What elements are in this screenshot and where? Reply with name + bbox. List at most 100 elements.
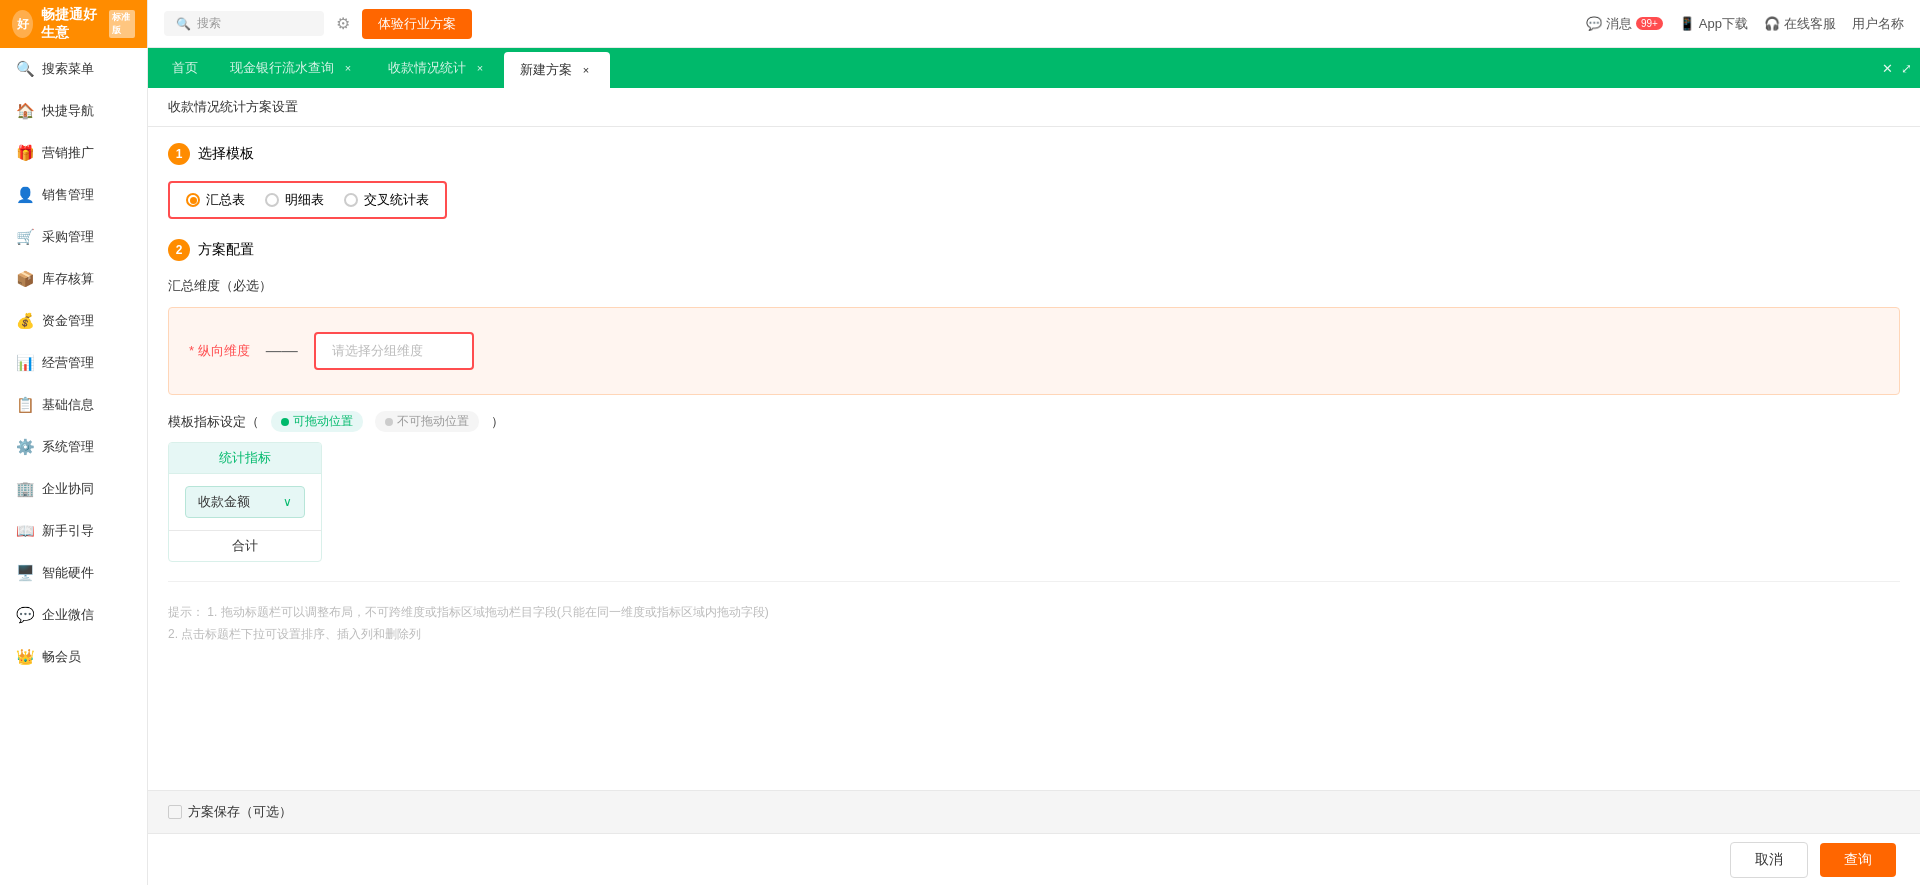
metrics-table-header: 统计指标 <box>169 443 321 474</box>
tabbar: 首页 现金银行流水查询 × 收款情况统计 × 新建方案 × ✕ ⤢ <box>148 48 1920 88</box>
sales-icon: 👤 <box>16 186 34 204</box>
operation-icon: 📊 <box>16 354 34 372</box>
dimension-area: * 纵向维度 —— 请选择分组维度 <box>168 307 1900 395</box>
tab-bank-flow[interactable]: 现金银行流水查询 × <box>214 48 372 88</box>
sidebar-item-label: 企业协同 <box>42 480 94 498</box>
tab-home[interactable]: 首页 <box>156 48 214 88</box>
service-item[interactable]: 🎧 在线客服 <box>1764 15 1836 33</box>
sidebar-item-label: 企业微信 <box>42 606 94 624</box>
metrics-tag-dropdown-icon[interactable]: ∨ <box>283 495 292 509</box>
sidebar-item-quick-nav[interactable]: 🏠 快捷导航 <box>0 90 147 132</box>
action-bar: 取消 查询 <box>148 833 1920 885</box>
breadcrumb-text: 收款情况统计方案设置 <box>168 99 298 114</box>
non-draggable-badge: 不可拖动位置 <box>375 411 479 432</box>
metrics-tag-payment[interactable]: 收款金额 ∨ <box>185 486 305 518</box>
dim-row: * 纵向维度 —— 请选择分组维度 <box>189 332 1879 370</box>
tab-new-plan[interactable]: 新建方案 × <box>504 52 610 88</box>
topbar-right: 💬 消息 99+ 📱 App下载 🎧 在线客服 用户名称 <box>1586 15 1904 33</box>
user-avatar[interactable]: 用户名称 <box>1852 15 1904 33</box>
tab-payment-stats-label: 收款情况统计 <box>388 59 466 77</box>
metrics-label-suffix: ） <box>491 413 504 431</box>
message-icon: 💬 <box>1586 16 1602 31</box>
purchase-icon: 🛒 <box>16 228 34 246</box>
sidebar-item-label: 库存核算 <box>42 270 94 288</box>
tab-expand-icon[interactable]: ⤢ <box>1901 61 1912 76</box>
section2-label: 方案配置 <box>198 241 254 259</box>
quick-nav-icon: 🏠 <box>16 102 34 120</box>
service-icon: 🎧 <box>1764 16 1780 31</box>
metrics-tag-label: 收款金额 <box>198 493 250 511</box>
sidebar-item-operation[interactable]: 📊 经营管理 <box>0 342 147 384</box>
sidebar-item-collab[interactable]: 🏢 企业协同 <box>0 468 147 510</box>
sidebar-item-member[interactable]: 👑 畅会员 <box>0 636 147 678</box>
sidebar-item-search-menu[interactable]: 🔍 搜索菜单 <box>0 48 147 90</box>
section1-num: 1 <box>168 143 190 165</box>
save-checkbox-label: 方案保存（可选） <box>188 803 292 821</box>
cancel-button[interactable]: 取消 <box>1730 842 1808 878</box>
sidebar-item-label: 搜索菜单 <box>42 60 94 78</box>
checkbox-box[interactable] <box>168 805 182 819</box>
draggable-badge: 可拖动位置 <box>271 411 363 432</box>
section-config-title: 2 方案配置 <box>168 239 1900 261</box>
draggable-dot <box>281 418 289 426</box>
search-menu-icon: 🔍 <box>16 60 34 78</box>
tab-bank-flow-close[interactable]: × <box>340 60 356 76</box>
tab-new-plan-close[interactable]: × <box>578 62 594 78</box>
radio-cross[interactable]: 交叉统计表 <box>344 191 429 209</box>
sidebar-item-marketing[interactable]: 🎁 营销推广 <box>0 132 147 174</box>
dim-section-title: 汇总维度（必选） <box>168 277 1900 295</box>
tab-payment-stats-close[interactable]: × <box>472 60 488 76</box>
member-icon: 👑 <box>16 648 34 666</box>
dim-selector[interactable]: 请选择分组维度 <box>314 332 474 370</box>
page-breadcrumb: 收款情况统计方案设置 <box>148 88 1920 127</box>
sidebar-item-wechat[interactable]: 💬 企业微信 <box>0 594 147 636</box>
sidebar-item-label: 采购管理 <box>42 228 94 246</box>
radio-summary[interactable]: 汇总表 <box>186 191 245 209</box>
sidebar-item-label: 快捷导航 <box>42 102 94 120</box>
topbar-left: 🔍 搜索 ⚙ 体验行业方案 <box>164 9 472 39</box>
radio-detail-label: 明细表 <box>285 191 324 209</box>
hardware-icon: 🖥️ <box>16 564 34 582</box>
metrics-total: 合计 <box>169 530 321 561</box>
radio-detail[interactable]: 明细表 <box>265 191 324 209</box>
sidebar-item-label: 系统管理 <box>42 438 94 456</box>
metrics-table: 统计指标 收款金额 ∨ 合计 <box>168 442 322 562</box>
section-template-title: 1 选择模板 <box>168 143 1900 165</box>
section-config: 2 方案配置 汇总维度（必选） * 纵向维度 —— 请选择分组维度 <box>168 239 1900 645</box>
sidebar-item-purchase[interactable]: 🛒 采购管理 <box>0 216 147 258</box>
sidebar-item-system[interactable]: ⚙️ 系统管理 <box>0 426 147 468</box>
industry-btn[interactable]: 体验行业方案 <box>362 9 472 39</box>
download-label: App下载 <box>1699 15 1748 33</box>
non-draggable-dot <box>385 418 393 426</box>
template-options-box: 汇总表 明细表 交叉统计表 <box>168 181 447 219</box>
tab-close-all-icon[interactable]: ✕ <box>1882 61 1893 76</box>
query-button[interactable]: 查询 <box>1820 843 1896 877</box>
save-checkbox[interactable]: 方案保存（可选） <box>168 803 292 821</box>
message-badge: 99+ <box>1636 17 1663 30</box>
tabbar-right: ✕ ⤢ <box>1882 61 1920 76</box>
sidebar-item-label: 资金管理 <box>42 312 94 330</box>
page-footer: 方案保存（可选） <box>148 790 1920 833</box>
search-box[interactable]: 🔍 搜索 <box>164 11 324 36</box>
download-item[interactable]: 📱 App下载 <box>1679 15 1748 33</box>
radio-summary-label: 汇总表 <box>206 191 245 209</box>
section2-num: 2 <box>168 239 190 261</box>
marketing-icon: 🎁 <box>16 144 34 162</box>
content-body: 1 选择模板 汇总表 明细表 交叉统计表 <box>148 127 1920 790</box>
topbar: 🔍 搜索 ⚙ 体验行业方案 💬 消息 99+ 📱 App下载 🎧 在线客服 用户… <box>148 0 1920 48</box>
sidebar-item-sales[interactable]: 👤 销售管理 <box>0 174 147 216</box>
sidebar-item-hardware[interactable]: 🖥️ 智能硬件 <box>0 552 147 594</box>
sidebar: 好 畅捷通好生意 标准版 🔍 搜索菜单 🏠 快捷导航 🎁 营销推广 👤 销售管理… <box>0 0 148 885</box>
logo-badge: 标准版 <box>109 10 135 38</box>
tab-new-plan-label: 新建方案 <box>520 61 572 79</box>
sidebar-item-finance[interactable]: 💰 资金管理 <box>0 300 147 342</box>
sidebar-item-guide[interactable]: 📖 新手引导 <box>0 510 147 552</box>
tab-payment-stats[interactable]: 收款情况统计 × <box>372 48 504 88</box>
sidebar-item-basic[interactable]: 📋 基础信息 <box>0 384 147 426</box>
message-item[interactable]: 💬 消息 99+ <box>1586 15 1663 33</box>
dim-row-label: * 纵向维度 <box>189 342 250 360</box>
sidebar-item-label: 新手引导 <box>42 522 94 540</box>
settings-icon[interactable]: ⚙ <box>336 14 350 33</box>
sidebar-item-inventory[interactable]: 📦 库存核算 <box>0 258 147 300</box>
inventory-icon: 📦 <box>16 270 34 288</box>
